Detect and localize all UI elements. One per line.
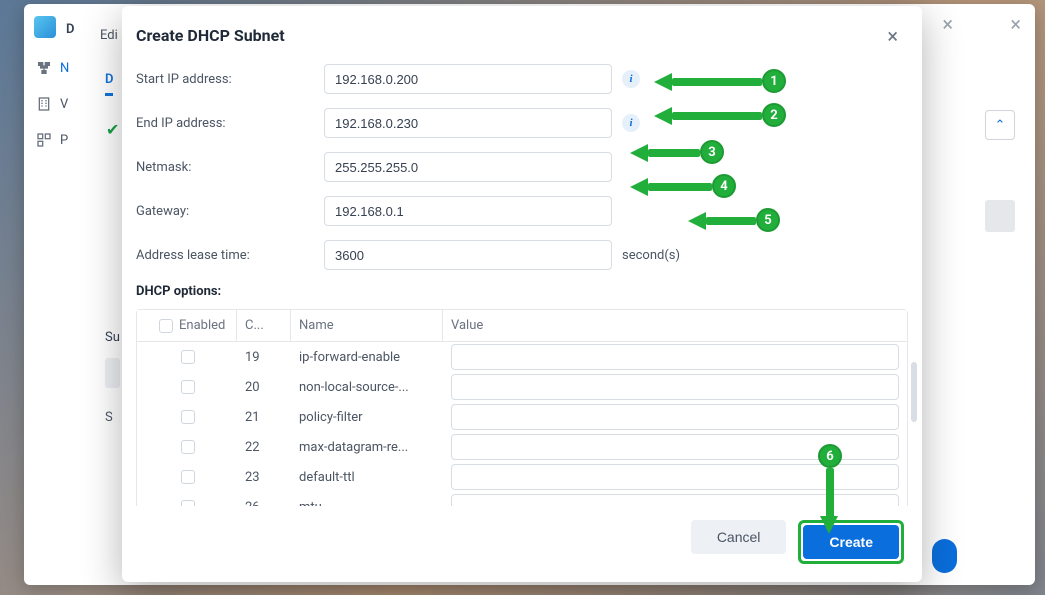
option-checkbox[interactable] bbox=[181, 470, 195, 484]
sidebar-item[interactable]: V bbox=[24, 86, 94, 122]
option-code: 20 bbox=[237, 372, 291, 402]
scrollbar[interactable] bbox=[911, 362, 917, 422]
create-button[interactable]: Create bbox=[803, 525, 899, 559]
chevron-up-icon[interactable]: ⌃ bbox=[985, 110, 1015, 140]
building-icon bbox=[36, 96, 52, 112]
parent-close-icon-2[interactable]: × bbox=[942, 12, 953, 36]
check-icon: ✔ bbox=[106, 120, 119, 139]
option-value-input[interactable] bbox=[451, 404, 899, 430]
sidebar-item[interactable]: N bbox=[24, 50, 94, 86]
input-netmask[interactable] bbox=[324, 152, 612, 182]
label-start-ip: Start IP address: bbox=[136, 72, 324, 87]
table-row: 19ip-forward-enable bbox=[137, 342, 907, 372]
table-row: 26mtu bbox=[137, 492, 907, 506]
dialog-title: Create DHCP Subnet bbox=[136, 26, 285, 45]
label-lease: Address lease time: bbox=[136, 248, 324, 263]
field-lease: Address lease time: second(s) bbox=[136, 240, 908, 270]
option-code: 26 bbox=[237, 492, 291, 506]
label-end-ip: End IP address: bbox=[136, 116, 324, 131]
input-lease[interactable] bbox=[324, 240, 612, 270]
table-row: 20non-local-source-... bbox=[137, 372, 907, 402]
option-code: 21 bbox=[237, 402, 291, 432]
option-checkbox[interactable] bbox=[181, 350, 195, 364]
option-name: ip-forward-enable bbox=[291, 342, 443, 372]
annotation-highlight: Create bbox=[798, 520, 904, 564]
table-row: 21policy-filter bbox=[137, 402, 907, 432]
label-gateway: Gateway: bbox=[136, 204, 324, 219]
input-gateway[interactable] bbox=[324, 196, 612, 226]
parent-grey-box bbox=[985, 200, 1015, 232]
option-code: 23 bbox=[237, 462, 291, 492]
parent-right-column: ⌃ bbox=[985, 110, 1015, 232]
field-netmask: Netmask: bbox=[136, 152, 908, 182]
option-checkbox[interactable] bbox=[181, 380, 195, 394]
checkbox-icon[interactable] bbox=[159, 319, 173, 333]
field-start-ip: Start IP address: i bbox=[136, 64, 908, 94]
parent-tab[interactable]: D bbox=[105, 72, 113, 96]
option-code: 22 bbox=[237, 432, 291, 462]
option-name: non-local-source-... bbox=[291, 372, 443, 402]
option-checkbox[interactable] bbox=[181, 410, 195, 424]
dhcp-options-title: DHCP options: bbox=[136, 284, 908, 299]
col-enabled[interactable]: Enabled bbox=[137, 310, 237, 341]
table-row: 23default-ttl bbox=[137, 462, 907, 492]
input-start-ip[interactable] bbox=[324, 64, 612, 94]
option-name: default-ttl bbox=[291, 462, 443, 492]
table-header: Enabled C... Name Value bbox=[137, 310, 907, 342]
parent-section-label: Su bbox=[105, 330, 120, 345]
option-value-input[interactable] bbox=[451, 434, 899, 460]
app-icon bbox=[34, 16, 56, 38]
dhcp-options-table: Enabled C... Name Value 19ip-forward-ena… bbox=[136, 309, 908, 506]
table-row: 22max-datagram-re... bbox=[137, 432, 907, 462]
option-checkbox[interactable] bbox=[181, 440, 195, 454]
field-gateway: Gateway: bbox=[136, 196, 908, 226]
option-code: 19 bbox=[237, 342, 291, 372]
create-dhcp-subnet-dialog: Create DHCP Subnet × Start IP address: i… bbox=[122, 6, 922, 582]
parent-grey-row bbox=[105, 358, 120, 388]
col-code[interactable]: C... bbox=[237, 310, 291, 341]
info-icon[interactable]: i bbox=[622, 70, 640, 88]
option-value-input[interactable] bbox=[451, 344, 899, 370]
parent-letter: S bbox=[105, 410, 113, 425]
col-value[interactable]: Value bbox=[443, 310, 907, 341]
option-name: max-datagram-re... bbox=[291, 432, 443, 462]
parent-close-icon[interactable]: × bbox=[1010, 12, 1021, 36]
grid-icon bbox=[36, 132, 52, 148]
app-title-fragment: D bbox=[66, 22, 74, 37]
option-name: mtu bbox=[291, 492, 443, 506]
option-name: policy-filter bbox=[291, 402, 443, 432]
option-value-input[interactable] bbox=[451, 494, 899, 506]
field-end-ip: End IP address: i bbox=[136, 108, 908, 138]
sitemap-icon bbox=[36, 60, 52, 76]
label-netmask: Netmask: bbox=[136, 160, 324, 175]
sidebar-item[interactable]: P bbox=[24, 122, 94, 158]
lease-suffix: second(s) bbox=[622, 248, 680, 263]
input-end-ip[interactable] bbox=[324, 108, 612, 138]
parent-primary-button[interactable] bbox=[932, 539, 957, 573]
col-name[interactable]: Name bbox=[291, 310, 443, 341]
parent-sidebar: N V P bbox=[24, 50, 94, 158]
parent-breadcrumb: Edi bbox=[100, 28, 118, 43]
option-value-input[interactable] bbox=[451, 374, 899, 400]
table-body: 19ip-forward-enable20non-local-source-..… bbox=[137, 342, 907, 506]
option-value-input[interactable] bbox=[451, 464, 899, 490]
cancel-button[interactable]: Cancel bbox=[691, 520, 787, 554]
info-icon[interactable]: i bbox=[622, 114, 640, 132]
close-icon[interactable]: × bbox=[887, 26, 898, 46]
option-checkbox[interactable] bbox=[181, 500, 195, 506]
